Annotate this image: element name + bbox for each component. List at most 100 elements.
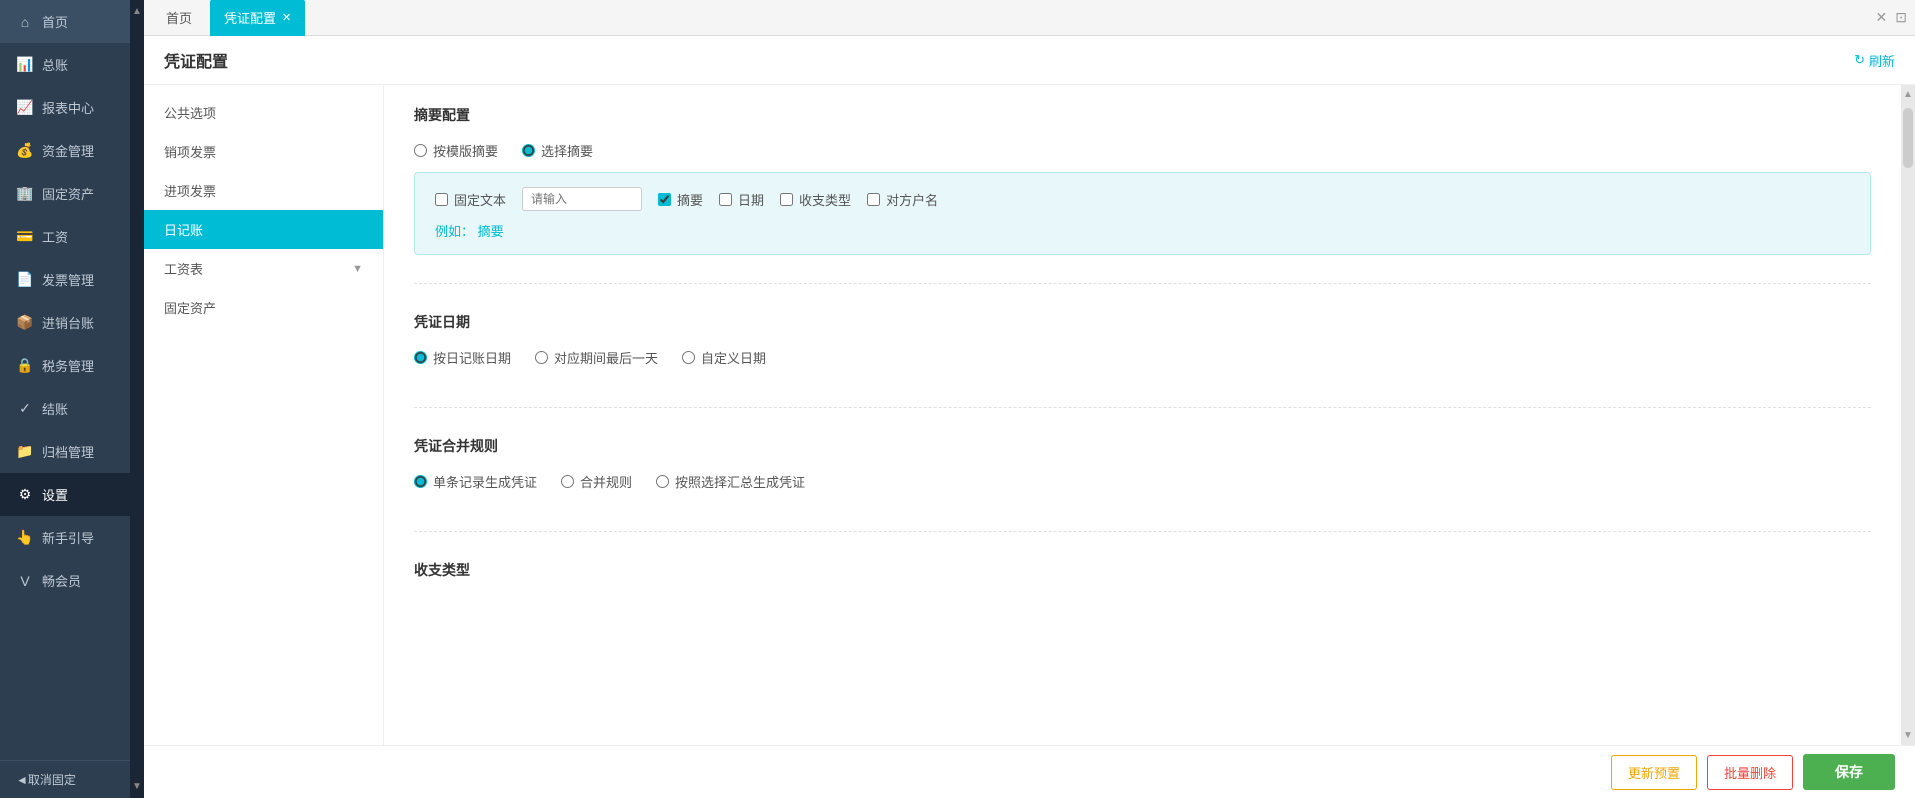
sidebar-item-home[interactable]: ⌂ 首页 — [0, 0, 130, 43]
sidebar-item-tax[interactable]: 🔒 税务管理 — [0, 344, 130, 387]
tab-bar: 首页 凭证配置 ✕ ✕ ⊡ — [144, 0, 1915, 36]
sidebar-item-vip[interactable]: V 畅会员 — [0, 559, 130, 602]
date-radio-journal-input[interactable] — [414, 351, 427, 364]
fixed-text-input[interactable] — [522, 187, 642, 211]
funds-icon: 💰 — [16, 142, 34, 159]
merge-radio-select-input[interactable] — [656, 475, 669, 488]
sidebar-unpin[interactable]: ◄取消固定 — [0, 760, 130, 798]
window-close-icon[interactable]: ✕ — [1876, 9, 1888, 26]
left-nav-salary-table[interactable]: 工资表 ▼ — [144, 249, 383, 288]
date-radio-group: 按日记账日期 对应期间最后一天 自定义日期 — [414, 348, 1871, 367]
sidebar-item-archive[interactable]: 📁 归档管理 — [0, 430, 130, 473]
summary-radio-select[interactable]: 选择摘要 — [522, 141, 593, 160]
tab-voucher[interactable]: 凭证配置 ✕ — [210, 0, 305, 36]
left-nav-sales-invoice[interactable]: 销项发票 — [144, 132, 383, 171]
update-button[interactable]: 更新预置 — [1611, 755, 1697, 790]
sidebar-item-fixed-assets[interactable]: 🏢 固定资产 — [0, 172, 130, 215]
sidebar-scroll-up[interactable]: ▲ — [130, 0, 144, 23]
summary-title: 摘要配置 — [414, 105, 1871, 125]
summary-radio-template[interactable]: 按模版摘要 — [414, 141, 498, 160]
sidebar-item-label: 总账 — [42, 55, 68, 74]
left-nav-purchase-invoice[interactable]: 进项发票 — [144, 171, 383, 210]
sidebar-item-label: 结账 — [42, 399, 68, 418]
sidebar-item-label: 设置 — [42, 485, 68, 504]
income-type-title: 收支类型 — [414, 560, 1871, 580]
purchase-sales-icon: 📦 — [16, 314, 34, 331]
income-type-section: 收支类型 — [414, 560, 1871, 624]
sidebar-item-salary[interactable]: 💳 工资 — [0, 215, 130, 258]
date-radio-custom-input[interactable] — [682, 351, 695, 364]
date-radio-journal[interactable]: 按日记账日期 — [414, 348, 511, 367]
merge-radio-single-input[interactable] — [414, 475, 427, 488]
scroll-up-arrow[interactable]: ▲ — [1901, 85, 1915, 104]
date-radio-period-last-input[interactable] — [535, 351, 548, 364]
sidebar-item-ledger[interactable]: 📊 总账 — [0, 43, 130, 86]
sidebar-item-label: 固定资产 — [42, 184, 94, 203]
merge-radio-rule[interactable]: 合并规则 — [561, 472, 632, 491]
sidebar-item-label: 工资 — [42, 227, 68, 246]
ledger-icon: 📊 — [16, 56, 34, 73]
delete-button[interactable]: 批量删除 — [1707, 755, 1793, 790]
left-nav-fixed-assets[interactable]: 固定资产 — [144, 288, 383, 327]
tab-home[interactable]: 首页 — [152, 0, 206, 36]
settings-icon: ⚙ — [16, 486, 34, 503]
checkbox-summary[interactable]: 摘要 — [658, 190, 703, 209]
checkbox-date-input[interactable] — [719, 193, 732, 206]
window-restore-icon[interactable]: ⊡ — [1895, 9, 1907, 26]
sidebar-item-label: 发票管理 — [42, 270, 94, 289]
sidebar: ⌂ 首页 📊 总账 📈 报表中心 💰 资金管理 🏢 固定资产 💳 工资 📄 发票… — [0, 0, 130, 798]
merge-radio-group: 单条记录生成凭证 合并规则 按照选择汇总生成凭证 — [414, 472, 1871, 491]
checkbox-summary-input[interactable] — [658, 193, 671, 206]
vip-icon: V — [16, 573, 34, 589]
sidebar-scrollbar: ▲ ▼ — [130, 0, 144, 798]
checkbox-fixed-text[interactable]: 固定文本 — [435, 190, 506, 209]
invoice-mgmt-icon: 📄 — [16, 271, 34, 288]
scroll-down-arrow[interactable]: ▼ — [1901, 726, 1915, 745]
left-nav-public[interactable]: 公共选项 — [144, 93, 383, 132]
date-radio-period-last[interactable]: 对应期间最后一天 — [535, 348, 658, 367]
summary-checkbox-row: 固定文本 摘要 日期 收支类型 — [435, 187, 1850, 211]
page-header: 凭证配置 ↻ 刷新 — [144, 36, 1915, 85]
summary-radio-group: 按模版摘要 选择摘要 — [414, 141, 1871, 160]
checkbox-counterparty-input[interactable] — [867, 193, 880, 206]
summary-radio-select-input[interactable] — [522, 144, 535, 157]
date-radio-custom[interactable]: 自定义日期 — [682, 348, 766, 367]
archive-icon: 📁 — [16, 443, 34, 460]
sidebar-item-purchase-sales[interactable]: 📦 进销台账 — [0, 301, 130, 344]
summary-radio-template-input[interactable] — [414, 144, 427, 157]
page-title: 凭证配置 — [164, 48, 228, 72]
sidebar-scroll-down[interactable]: ▼ — [130, 775, 144, 798]
checkbox-counterparty[interactable]: 对方户名 — [867, 190, 938, 209]
fixed-assets-icon: 🏢 — [16, 185, 34, 202]
home-icon: ⌂ — [16, 14, 34, 30]
merge-radio-rule-input[interactable] — [561, 475, 574, 488]
sidebar-item-funds[interactable]: 💰 资金管理 — [0, 129, 130, 172]
sidebar-item-invoice-mgmt[interactable]: 📄 发票管理 — [0, 258, 130, 301]
sidebar-item-settlement[interactable]: ✓ 结账 — [0, 387, 130, 430]
scroll-thumb[interactable] — [1903, 108, 1913, 168]
checkbox-income-type-input[interactable] — [780, 193, 793, 206]
sidebar-item-settings[interactable]: ⚙ 设置 — [0, 473, 130, 516]
refresh-button[interactable]: ↻ 刷新 — [1854, 51, 1895, 70]
summary-box: 固定文本 摘要 日期 收支类型 — [414, 172, 1871, 255]
checkbox-income-type[interactable]: 收支类型 — [780, 190, 851, 209]
merge-radio-select[interactable]: 按照选择汇总生成凭证 — [656, 472, 805, 491]
sidebar-item-guide[interactable]: 👆 新手引导 — [0, 516, 130, 559]
settlement-icon: ✓ — [16, 400, 34, 417]
tab-close-icon[interactable]: ✕ — [282, 11, 291, 24]
sidebar-item-label: 首页 — [42, 12, 68, 31]
merge-radio-single[interactable]: 单条记录生成凭证 — [414, 472, 537, 491]
refresh-icon: ↻ — [1854, 52, 1865, 68]
bottom-bar: 更新预置 批量删除 保存 — [144, 745, 1915, 798]
sidebar-item-label: 归档管理 — [42, 442, 94, 461]
save-button[interactable]: 保存 — [1803, 754, 1895, 790]
sidebar-item-label: 新手引导 — [42, 528, 94, 547]
tax-icon: 🔒 — [16, 357, 34, 374]
checkbox-fixed-text-input[interactable] — [435, 193, 448, 206]
outer-scrollbar: ▲ ▼ — [1901, 85, 1915, 745]
left-nav-journal[interactable]: 日记账 — [144, 210, 383, 249]
sidebar-item-reports[interactable]: 📈 报表中心 — [0, 86, 130, 129]
checkbox-date[interactable]: 日期 — [719, 190, 764, 209]
tab-bar-actions: ✕ ⊡ — [1876, 9, 1907, 26]
right-panel: 摘要配置 按模版摘要 选择摘要 固定文本 — [384, 85, 1901, 745]
